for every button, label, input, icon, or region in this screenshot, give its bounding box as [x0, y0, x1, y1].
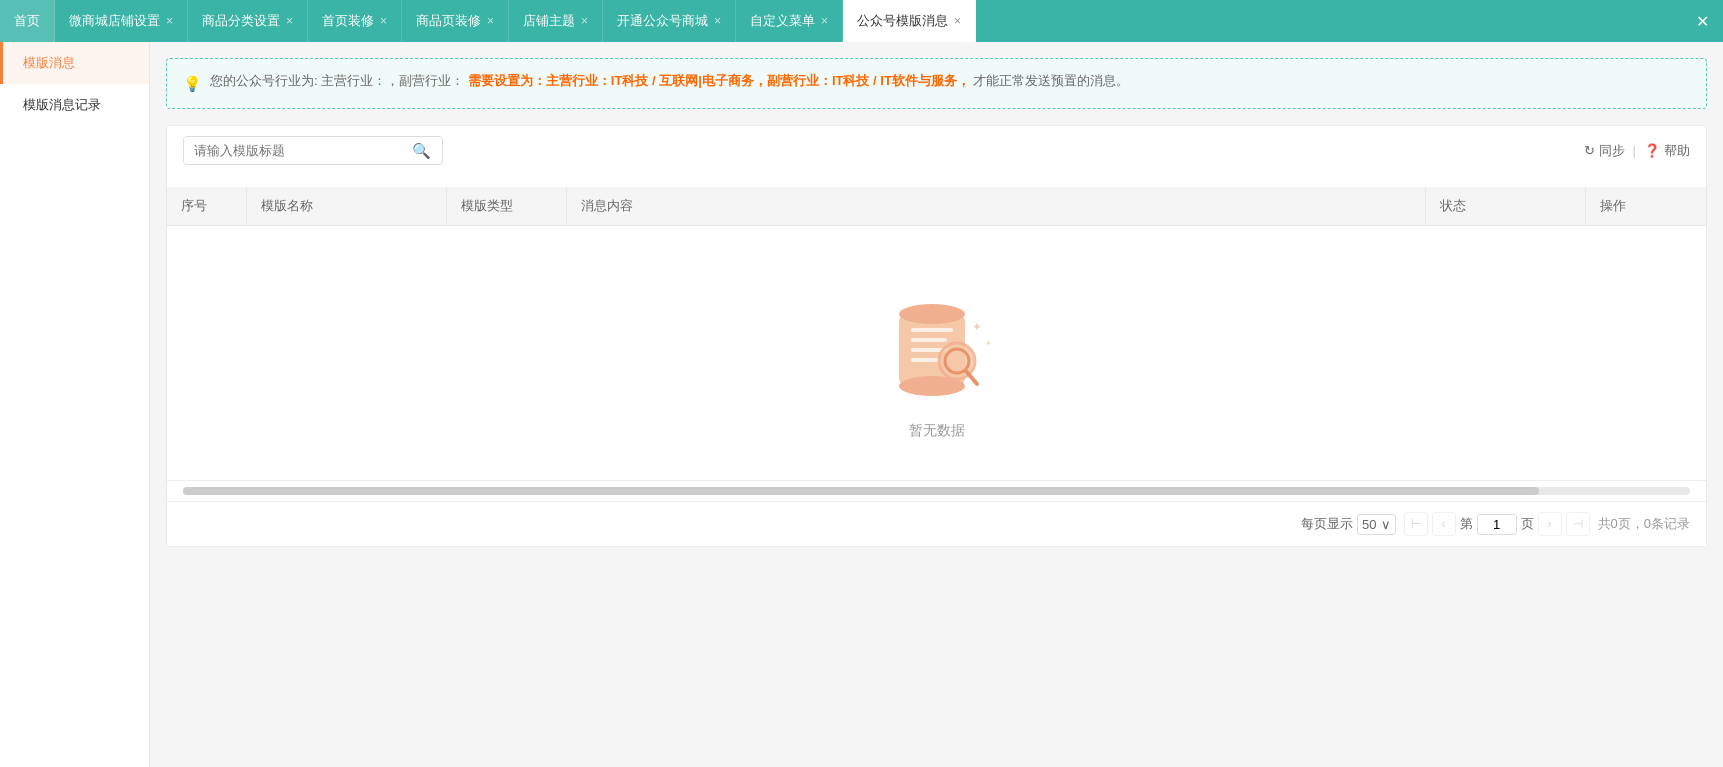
nav-tab-category-settings-label: 商品分类设置 — [202, 12, 280, 30]
close-product-decor-icon[interactable]: × — [487, 14, 494, 28]
nav-tab-category-settings[interactable]: 商品分类设置 × — [188, 0, 308, 42]
table-header: 序号 模版名称 模版类型 消息内容 状态 操作 — [167, 187, 1706, 226]
nav-tab-product-decor-label: 商品页装修 — [416, 12, 481, 30]
nav-tab-template-msg-label: 公众号模版消息 — [857, 12, 948, 30]
nav-tab-homepage-decor-label: 首页装修 — [322, 12, 374, 30]
th-status: 状态 — [1426, 187, 1586, 225]
nav-tab-homepage-decor[interactable]: 首页装修 × — [308, 0, 402, 42]
scrollbar-area[interactable] — [167, 480, 1706, 501]
sidebar: 模版消息 模版消息记录 — [0, 42, 150, 767]
nav-tab-custom-menu[interactable]: 自定义菜单 × — [736, 0, 843, 42]
help-label: 帮助 — [1664, 142, 1690, 160]
page-prefix: 第 — [1460, 515, 1473, 533]
nav-tab-template-msg[interactable]: 公众号模版消息 × — [843, 0, 976, 42]
last-page-button[interactable]: ⊣ — [1566, 512, 1590, 536]
nav-tab-store-theme-label: 店铺主题 — [523, 12, 575, 30]
scrollbar-thumb[interactable] — [183, 487, 1539, 495]
notice-banner: 💡 您的公众号行业为: 主营行业：，副营行业： 需要设置为：主营行业：IT科技 … — [166, 58, 1707, 109]
svg-rect-7 — [911, 358, 941, 362]
content-area: 💡 您的公众号行业为: 主营行业：，副营行业： 需要设置为：主营行业：IT科技 … — [150, 42, 1723, 767]
close-category-settings-icon[interactable]: × — [286, 14, 293, 28]
svg-text:✦: ✦ — [985, 339, 992, 348]
scrollbar-track[interactable] — [183, 487, 1690, 495]
th-index: 序号 — [167, 187, 247, 225]
page-unit: 页 — [1521, 515, 1534, 533]
page-size-label: 每页显示 — [1301, 515, 1353, 533]
empty-illustration: ✦ ✦ — [877, 286, 997, 406]
page-size-arrow-icon: ∨ — [1381, 517, 1391, 532]
first-page-button[interactable]: ⊢ — [1404, 512, 1428, 536]
close-store-theme-icon[interactable]: × — [581, 14, 588, 28]
sync-icon: ↻ — [1584, 143, 1595, 158]
pagination-bar: 每页显示 50 ∨ ⊢ ‹ 第 页 › ⊣ — [167, 501, 1706, 546]
nav-tab-shop-settings[interactable]: 微商城店铺设置 × — [55, 0, 188, 42]
notice-suffix: 才能正常发送预置的消息。 — [973, 73, 1129, 88]
notice-text: 您的公众号行业为: 主营行业：，副营行业： 需要设置为：主营行业：IT科技 / … — [210, 71, 1129, 92]
notice-prefix: 您的公众号行业为: 主营行业：，副营行业： — [210, 73, 464, 88]
nav-tab-home-label: 首页 — [14, 12, 40, 30]
nav-tab-home[interactable]: 首页 — [0, 0, 55, 42]
page-size-value: 50 — [1362, 517, 1376, 532]
search-input[interactable] — [184, 137, 404, 164]
svg-text:✦: ✦ — [972, 320, 982, 334]
nav-tab-open-mall[interactable]: 开通公众号商城 × — [603, 0, 736, 42]
search-input-wrap: 🔍 — [183, 136, 443, 165]
empty-text: 暂无数据 — [909, 422, 965, 440]
th-name: 模版名称 — [247, 187, 447, 225]
next-page-button[interactable]: › — [1538, 512, 1562, 536]
page-input-wrap: 第 页 — [1460, 514, 1534, 535]
sync-button[interactable]: ↻ 同步 — [1584, 142, 1625, 160]
search-button[interactable]: 🔍 — [404, 142, 439, 160]
nav-tab-open-mall-label: 开通公众号商城 — [617, 12, 708, 30]
page-number-input[interactable] — [1477, 514, 1517, 535]
th-actions: 操作 — [1586, 187, 1706, 225]
search-bar: 🔍 ↻ 同步 | ❓ 帮助 — [167, 126, 1706, 175]
help-icon: ❓ — [1644, 143, 1660, 158]
total-info: 共0页，0条记录 — [1598, 515, 1690, 533]
prev-page-button[interactable]: ‹ — [1432, 512, 1456, 536]
svg-rect-5 — [911, 338, 947, 342]
close-shop-settings-icon[interactable]: × — [166, 14, 173, 28]
nav-tab-custom-menu-label: 自定义菜单 — [750, 12, 815, 30]
sidebar-item-template-history-label: 模版消息记录 — [23, 97, 101, 112]
empty-state: ✦ ✦ 暂无数据 — [167, 226, 1706, 480]
close-custom-menu-icon[interactable]: × — [821, 14, 828, 28]
th-content: 消息内容 — [567, 187, 1426, 225]
page-size-dropdown[interactable]: 50 ∨ — [1357, 514, 1395, 535]
page-nav: ⊢ ‹ 第 页 › ⊣ — [1404, 512, 1590, 536]
close-homepage-decor-icon[interactable]: × — [380, 14, 387, 28]
th-type: 模版类型 — [447, 187, 567, 225]
search-actions: ↻ 同步 | ❓ 帮助 — [1584, 142, 1690, 160]
sync-label: 同步 — [1599, 142, 1625, 160]
sidebar-item-template-msg[interactable]: 模版消息 — [0, 42, 149, 84]
close-open-mall-icon[interactable]: × — [714, 14, 721, 28]
help-button[interactable]: ❓ 帮助 — [1644, 142, 1690, 160]
divider: | — [1633, 143, 1636, 158]
page-size-select: 每页显示 50 ∨ — [1301, 514, 1395, 535]
nav-tab-shop-settings-label: 微商城店铺设置 — [69, 12, 160, 30]
nav-tab-store-theme[interactable]: 店铺主题 × — [509, 0, 603, 42]
notice-highlight: 需要设置为：主营行业：IT科技 / 互联网|电子商务，副营行业：IT科技 / I… — [468, 73, 970, 88]
nav-tab-product-decor[interactable]: 商品页装修 × — [402, 0, 509, 42]
svg-point-2 — [899, 304, 965, 324]
svg-rect-4 — [911, 328, 953, 332]
table-container: 🔍 ↻ 同步 | ❓ 帮助 序号 — [166, 125, 1707, 547]
close-template-msg-icon[interactable]: × — [954, 14, 961, 28]
bulb-icon: 💡 — [183, 72, 202, 96]
sidebar-item-template-msg-label: 模版消息 — [23, 55, 75, 70]
close-all-tabs-button[interactable]: ✕ — [1682, 12, 1723, 31]
top-nav: 首页 微商城店铺设置 × 商品分类设置 × 首页装修 × 商品页装修 × 店铺主… — [0, 0, 1723, 42]
main-layout: 模版消息 模版消息记录 💡 您的公众号行业为: 主营行业：，副营行业： 需要设置… — [0, 42, 1723, 767]
sidebar-item-template-history[interactable]: 模版消息记录 — [0, 84, 149, 126]
